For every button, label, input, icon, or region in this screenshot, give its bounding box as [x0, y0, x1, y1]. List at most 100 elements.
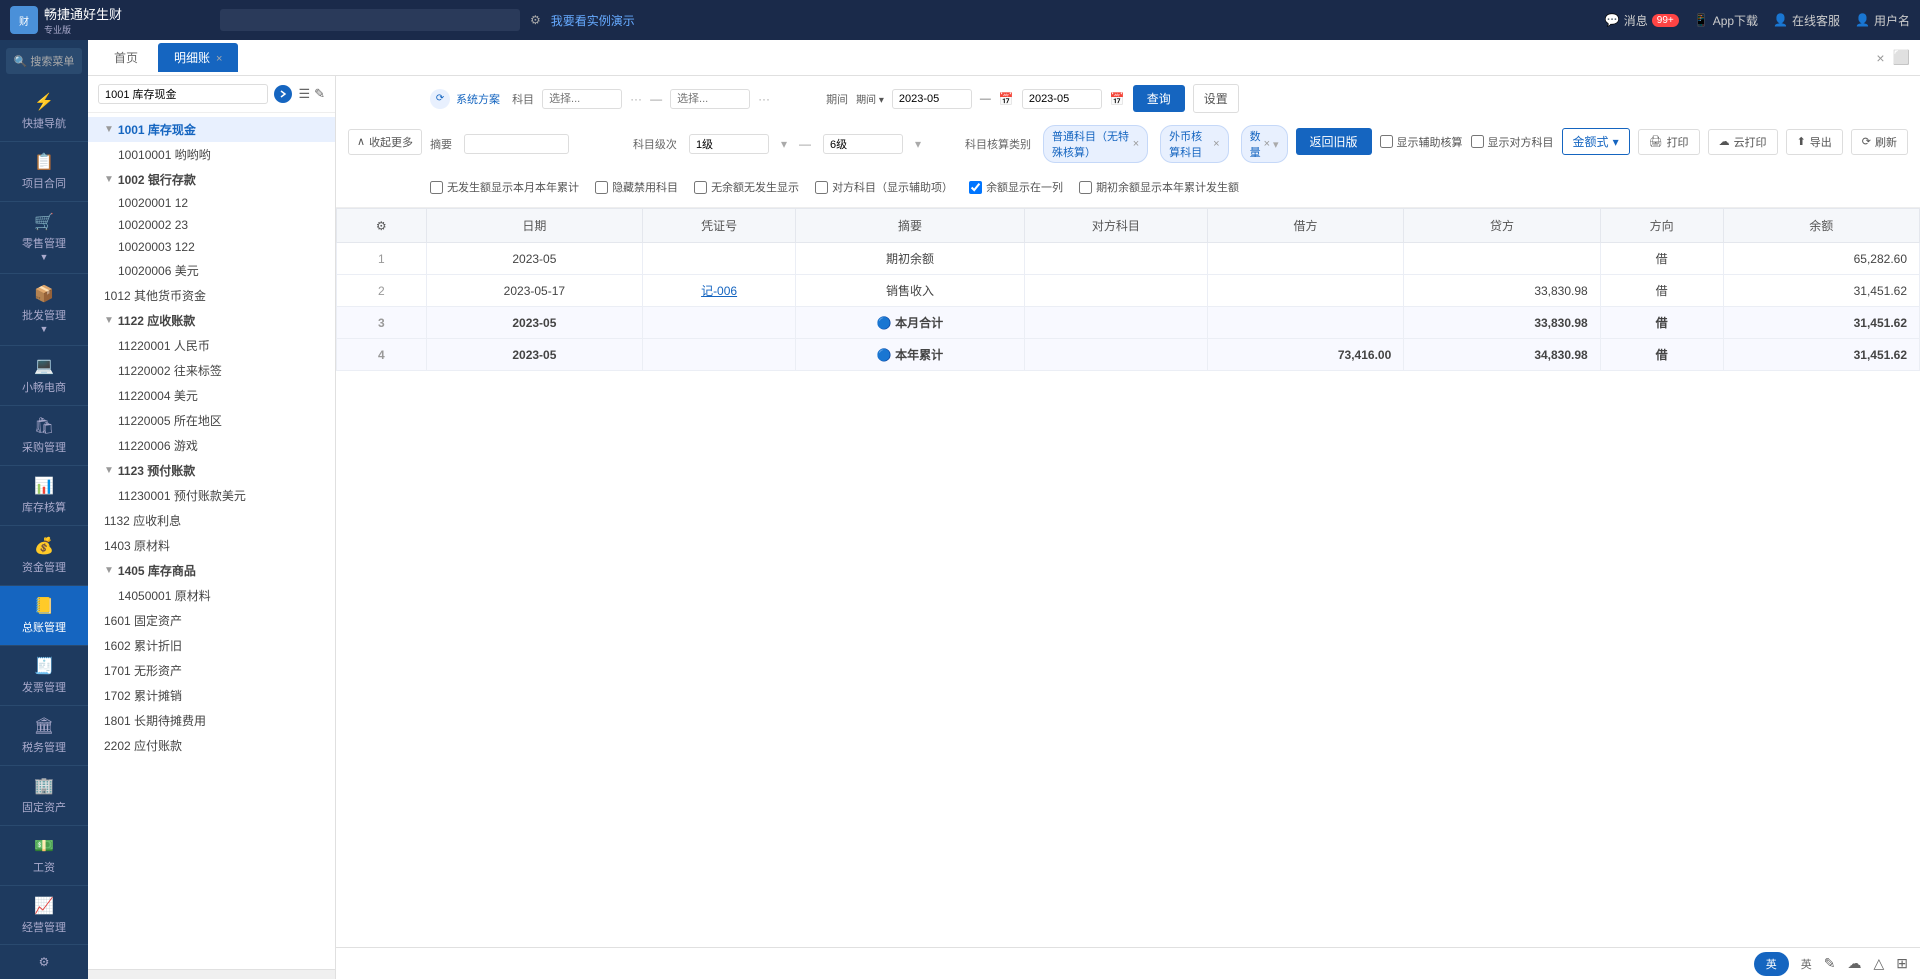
- edit-icon[interactable]: ✎: [1824, 955, 1836, 972]
- tree-item-1701[interactable]: 1701 无形资产: [88, 658, 335, 683]
- cb-no-balance[interactable]: 无余额无发生显示: [694, 179, 799, 195]
- show-aux-checkbox[interactable]: 显示辅助核算: [1380, 134, 1463, 150]
- tree-edit-icon[interactable]: ✎: [314, 86, 325, 102]
- language-btn[interactable]: 英: [1754, 952, 1789, 976]
- tree-item-1012[interactable]: 1012 其他货币资金: [88, 283, 335, 308]
- online-service-btn[interactable]: 👤 在线客服: [1773, 12, 1840, 29]
- currency-btn[interactable]: 金额式 ▾: [1562, 128, 1630, 155]
- tree-item-11220001[interactable]: 11220001 人民币: [88, 333, 335, 358]
- tree-nav-btn[interactable]: [274, 85, 292, 103]
- lang-label[interactable]: 英: [1801, 956, 1812, 972]
- tree-item-11230001[interactable]: 11230001 预付账款美元: [88, 483, 335, 508]
- tree-item-10020002[interactable]: 10020002 23: [88, 214, 335, 236]
- settings-icon[interactable]: ⚙: [530, 13, 541, 27]
- grid-icon[interactable]: ⊞: [1896, 955, 1908, 972]
- app-download-btn[interactable]: 📱 App下载: [1694, 12, 1758, 29]
- sidebar-item-9[interactable]: 🧾发票管理: [0, 646, 88, 706]
- tree-item-10020003[interactable]: 10020003 122: [88, 236, 335, 258]
- tree-item-1601[interactable]: 1601 固定资产: [88, 608, 335, 633]
- sidebar-item-1[interactable]: 📋项目合同: [0, 142, 88, 202]
- notifications-btn[interactable]: 💬 消息 99+: [1605, 12, 1679, 29]
- sidebar-item-12[interactable]: 💵工资: [0, 826, 88, 886]
- chip-close-2[interactable]: ×: [1264, 138, 1270, 150]
- level-end-input[interactable]: [823, 134, 903, 154]
- amount-arrow-icon[interactable]: ▾: [1273, 138, 1279, 151]
- tab-home[interactable]: 首页: [98, 43, 154, 72]
- tree-item-1123[interactable]: ▼ 1123 预付账款: [88, 458, 335, 483]
- tree-item-14050001[interactable]: 14050001 原材料: [88, 583, 335, 608]
- sidebar-item-10[interactable]: 🏛税务管理: [0, 706, 88, 766]
- query-btn[interactable]: 查询: [1133, 85, 1185, 112]
- tree-item-1132[interactable]: 1132 应收利息: [88, 508, 335, 533]
- scheme-icon[interactable]: ⟳: [430, 89, 450, 109]
- period-start-input[interactable]: [892, 89, 972, 109]
- sidebar-bottom[interactable]: ⚙: [0, 944, 88, 979]
- summary-input[interactable]: [464, 134, 569, 154]
- level-arrow-icon[interactable]: ▾: [781, 137, 787, 151]
- tree-item-1602[interactable]: 1602 累计折旧: [88, 633, 335, 658]
- row-voucher-2[interactable]: 记-006: [643, 275, 796, 307]
- cb-init-balance[interactable]: 期初余额显示本年累计发生额: [1079, 179, 1239, 195]
- export-btn[interactable]: ⬆ 导出: [1786, 129, 1843, 155]
- maximize-btn[interactable]: ⬜: [1893, 49, 1910, 66]
- period-end-input[interactable]: [1022, 89, 1102, 109]
- sidebar-item-5[interactable]: 🛍采购管理: [0, 406, 88, 466]
- top-search-input[interactable]: [220, 9, 520, 31]
- tree-item-1405[interactable]: ▼ 1405 库存商品: [88, 558, 335, 583]
- tree-item-1702[interactable]: 1702 累计摊销: [88, 683, 335, 708]
- close-panel-btn[interactable]: ×: [1876, 49, 1884, 66]
- cb-no-amount[interactable]: 无发生额显示本月本年累计: [430, 179, 579, 195]
- demo-link[interactable]: 我要看实例演示: [551, 12, 635, 29]
- tree-item-11220002[interactable]: 11220002 往来标签: [88, 358, 335, 383]
- calendar-icon[interactable]: 📅: [999, 92, 1014, 106]
- return-old-btn[interactable]: 返回旧版: [1296, 128, 1372, 155]
- tree-item-10010001[interactable]: 10010001 哟哟哟: [88, 142, 335, 167]
- sidebar-item-6[interactable]: 📊库存核算: [0, 466, 88, 526]
- period-type-btn[interactable]: 期间 ▾: [856, 91, 884, 106]
- cb-opposite[interactable]: 对方科目（显示辅助项）: [815, 179, 953, 195]
- level-end-arrow-icon[interactable]: ▾: [915, 137, 921, 151]
- settings-btn[interactable]: 设置: [1193, 84, 1239, 113]
- calendar-icon-2[interactable]: 📅: [1110, 92, 1125, 106]
- cloud-print-btn[interactable]: ☁ 云打印: [1708, 129, 1778, 155]
- settings-col-icon[interactable]: ⚙: [376, 219, 387, 233]
- print-btn[interactable]: 🖨 打印: [1638, 129, 1700, 155]
- tree-item-11220004[interactable]: 11220004 美元: [88, 383, 335, 408]
- sidebar-item-13[interactable]: 📈经营管理: [0, 886, 88, 944]
- col-settings[interactable]: ⚙: [337, 209, 427, 243]
- sidebar-item-8[interactable]: 📒总账管理: [0, 586, 88, 646]
- expand-btn[interactable]: ∧ 收起更多: [348, 129, 422, 155]
- tree-item-11220005[interactable]: 11220005 所在地区: [88, 408, 335, 433]
- show-opposite-checkbox[interactable]: 显示对方科目: [1471, 134, 1554, 150]
- triangle-icon[interactable]: △: [1873, 955, 1884, 972]
- refresh-btn[interactable]: ⟳ 刷新: [1851, 129, 1908, 155]
- cb-balance-col[interactable]: 余额显示在一列: [969, 179, 1063, 195]
- subject-input-2[interactable]: [670, 89, 750, 109]
- cb-hide-disabled[interactable]: 隐藏禁用科目: [595, 179, 678, 195]
- account-search-input[interactable]: [98, 84, 268, 104]
- user-btn[interactable]: 👤 用户名: [1855, 12, 1910, 29]
- cloud-icon[interactable]: ☁: [1847, 955, 1861, 972]
- scheme-label[interactable]: 系统方案: [456, 91, 500, 107]
- tree-item-1002[interactable]: ▼ 1002 银行存款: [88, 167, 335, 192]
- sidebar-item-7[interactable]: 💰资金管理: [0, 526, 88, 586]
- tree-scrollbar[interactable]: [88, 969, 335, 979]
- tree-item-10020001[interactable]: 10020001 12: [88, 192, 335, 214]
- subject-input[interactable]: [542, 89, 622, 109]
- sidebar-item-11[interactable]: 🏢固定资产: [0, 766, 88, 826]
- level-start-input[interactable]: [689, 134, 769, 154]
- chip-close-0[interactable]: ×: [1133, 138, 1139, 150]
- tree-item-1403[interactable]: 1403 原材料: [88, 533, 335, 558]
- sidebar-item-0[interactable]: ⚡快捷导航: [0, 82, 88, 142]
- sidebar-search-btn[interactable]: 🔍 搜索菜单: [6, 48, 82, 74]
- sidebar-item-2[interactable]: 🛒零售管理 ▼: [0, 202, 88, 274]
- tree-item-1122[interactable]: ▼ 1122 应收账款: [88, 308, 335, 333]
- voucher-link[interactable]: 记-006: [701, 284, 737, 298]
- tree-item-10020006[interactable]: 10020006 美元: [88, 258, 335, 283]
- tree-item-1001[interactable]: ▼ 1001 库存现金: [88, 117, 335, 142]
- tab-ledger[interactable]: 明细账×: [158, 43, 238, 72]
- chip-close-1[interactable]: ×: [1213, 138, 1219, 150]
- tree-item-1801[interactable]: 1801 长期待摊费用: [88, 708, 335, 733]
- tree-item-11220006[interactable]: 11220006 游戏: [88, 433, 335, 458]
- tree-list-icon[interactable]: ☰: [298, 86, 310, 102]
